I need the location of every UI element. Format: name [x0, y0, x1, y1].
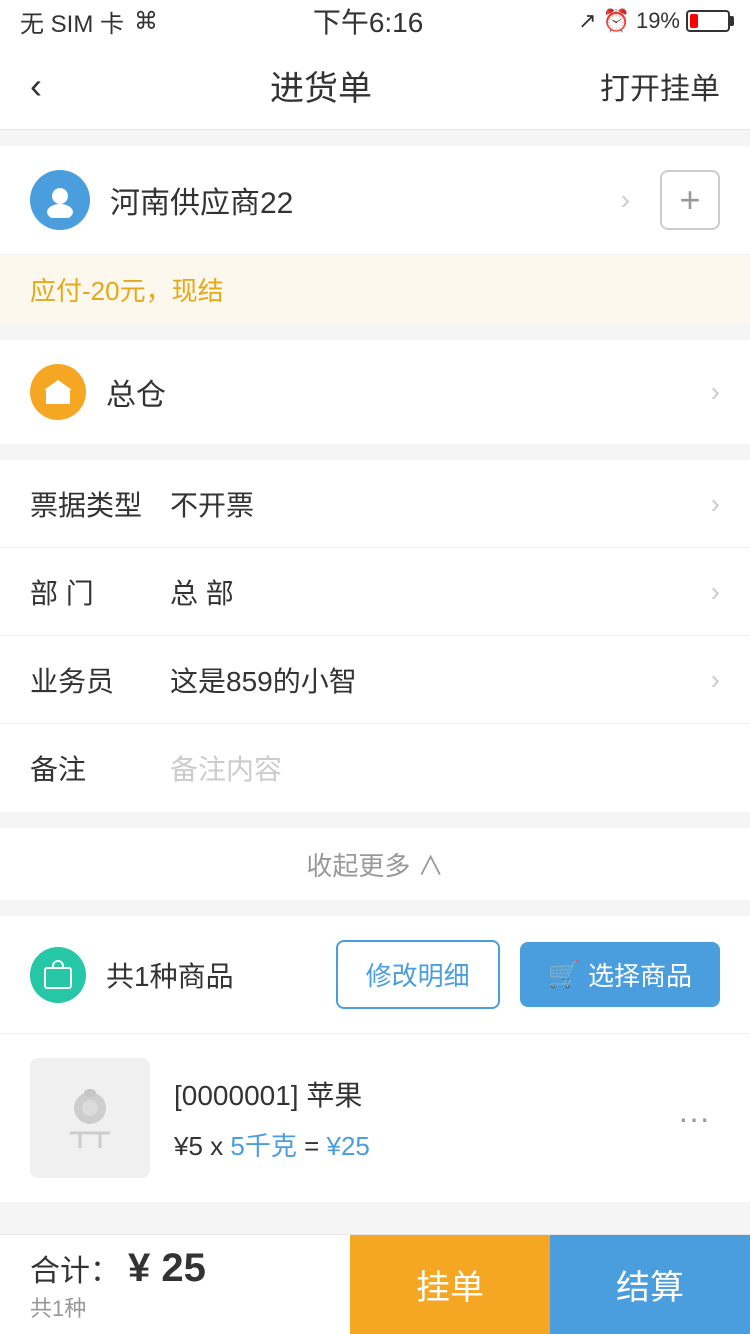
alarm-icon: ⏰	[603, 8, 630, 34]
invoice-type-row[interactable]: 票据类型 不开票 ›	[0, 460, 750, 548]
battery-icon	[686, 10, 730, 32]
supplier-arrow-icon: ›	[621, 184, 630, 216]
department-row[interactable]: 部 门 总 部 ›	[0, 548, 750, 636]
form-section: 票据类型 不开票 › 部 门 总 部 › 业务员 这是859的小智 › 备注 备…	[0, 460, 750, 812]
supplier-name[interactable]: 河南供应商22	[110, 178, 621, 222]
battery-text: 19%	[636, 8, 680, 34]
total-amount: ¥ 25	[128, 1246, 206, 1291]
product-thumbnail	[30, 1058, 150, 1178]
product-header: 共1种商品 修改明细 🛒 选择商品	[0, 916, 750, 1034]
product-info: [0000001] 苹果 ¥5 x 5千克 = ¥25	[174, 1074, 644, 1163]
page-title: 进货单	[270, 61, 372, 110]
supplier-row: 河南供应商22 › +	[0, 146, 750, 255]
total-section: 合计： ¥ 25 共1种	[0, 1235, 350, 1334]
settle-button[interactable]: 结算	[550, 1235, 750, 1334]
product-name: [0000001] 苹果	[174, 1074, 644, 1114]
total-value: ¥25	[327, 1131, 370, 1161]
status-bar-right: ↗ ⏰ 19%	[578, 8, 730, 34]
invoice-type-label: 票据类型	[30, 484, 170, 524]
select-product-button[interactable]: 🛒 选择商品	[520, 942, 720, 1007]
content-area: 河南供应商22 › + 应付-20元，现结 总仓 › 票据类型 不开票 › 部 …	[0, 146, 750, 1312]
info-banner: 应付-20元，现结	[0, 255, 750, 324]
edit-detail-button[interactable]: 修改明细	[336, 940, 500, 1009]
product-code: [0000001]	[174, 1080, 299, 1111]
product-more-button[interactable]: ···	[668, 1090, 720, 1147]
total-sub: 共1种	[30, 1291, 320, 1323]
quantity-value: 5千克	[230, 1131, 296, 1161]
dept-arrow-icon: ›	[711, 576, 720, 608]
hang-button[interactable]: 挂单	[350, 1235, 550, 1334]
status-bar: 无 SIM 卡 ⌘ 下午6:16 ↗ ⏰ 19%	[0, 0, 750, 42]
collapse-label: 收起更多 ∧	[306, 846, 443, 883]
price-value: ¥5	[174, 1131, 203, 1161]
remark-label: 备注	[30, 748, 170, 788]
department-value: 总 部	[170, 572, 711, 612]
invoice-arrow-icon: ›	[711, 488, 720, 520]
supplier-card: 河南供应商22 › + 应付-20元，现结	[0, 146, 750, 324]
bottom-bar: 合计： ¥ 25 共1种 挂单 结算	[0, 1234, 750, 1334]
select-product-label: 选择商品	[588, 956, 692, 993]
warehouse-icon	[30, 364, 86, 420]
open-hang-button[interactable]: 打开挂单	[600, 64, 720, 108]
salesperson-label: 业务员	[30, 660, 170, 700]
product-price: ¥5 x 5千克 = ¥25	[174, 1126, 644, 1163]
location-icon: ↗	[578, 8, 596, 34]
invoice-type-value: 不开票	[170, 484, 711, 524]
nav-bar: ‹ 进货单 打开挂单	[0, 42, 750, 130]
product-section: 共1种商品 修改明细 🛒 选择商品 [0000	[0, 916, 750, 1202]
warehouse-row[interactable]: 总仓 ›	[0, 340, 750, 444]
warehouse-name: 总仓	[106, 370, 711, 414]
remark-input[interactable]: 备注内容	[170, 748, 720, 788]
product-count: 共1种商品	[106, 955, 316, 995]
remark-row[interactable]: 备注 备注内容	[0, 724, 750, 812]
carrier-text: 无 SIM 卡	[20, 4, 124, 39]
time-text: 下午6:16	[313, 1, 424, 41]
warehouse-arrow-icon: ›	[711, 376, 720, 408]
total-main: 合计： ¥ 25	[30, 1246, 320, 1291]
wifi-icon: ⌘	[134, 7, 158, 36]
add-supplier-button[interactable]: +	[660, 170, 720, 230]
department-label: 部 门	[30, 572, 170, 612]
cart-icon: 🛒	[548, 959, 580, 990]
status-bar-left: 无 SIM 卡 ⌘	[20, 4, 158, 39]
equals-sign: =	[304, 1131, 326, 1161]
total-label: 合计：	[30, 1246, 120, 1290]
product-header-icon	[30, 947, 86, 1003]
collapse-button[interactable]: 收起更多 ∧	[0, 828, 750, 900]
salesperson-row[interactable]: 业务员 这是859的小智 ›	[0, 636, 750, 724]
supplier-avatar	[30, 170, 90, 230]
back-button[interactable]: ‹	[30, 65, 42, 107]
product-item: [0000001] 苹果 ¥5 x 5千克 = ¥25 ···	[0, 1034, 750, 1202]
salesperson-value: 这是859的小智	[170, 660, 711, 700]
sales-arrow-icon: ›	[711, 664, 720, 696]
price-separator: x	[210, 1131, 230, 1161]
